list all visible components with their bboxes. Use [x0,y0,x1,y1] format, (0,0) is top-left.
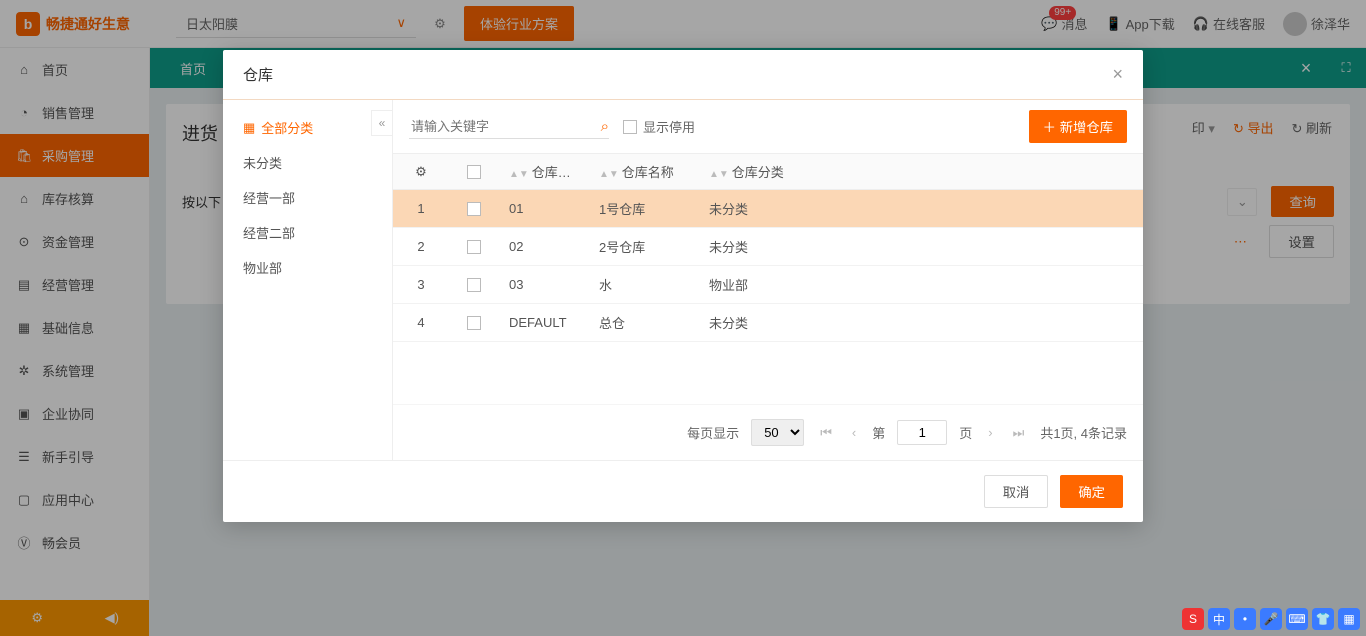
category-item[interactable]: 物业部 [223,250,392,285]
category-all[interactable]: ▦全部分类 [223,110,392,145]
modal-footer: 取消 确定 [223,460,1143,522]
checkbox-icon [623,120,637,134]
row-code: 02 [499,228,589,266]
row-name: 1号仓库 [589,190,699,228]
ime-mic-icon[interactable]: 🎤 [1260,608,1282,630]
row-category: 未分类 [699,228,1143,266]
row-index: 3 [393,266,449,304]
collapse-left-icon[interactable]: « [371,110,393,136]
row-checkbox[interactable] [449,304,499,342]
pager-summary: 共1页, 4条记录 [1040,423,1127,442]
col-gear[interactable]: ⚙ [393,154,449,190]
grid-icon: ▦ [243,120,255,136]
row-index: 2 [393,228,449,266]
row-checkbox[interactable] [449,266,499,304]
row-name: 水 [589,266,699,304]
modal-overlay: 仓库 × « ▦全部分类 未分类 经营一部 经营二部 物业部 ⌕ [0,0,1366,636]
ime-key-icon[interactable]: 中 [1208,608,1230,630]
category-item[interactable]: 经营一部 [223,180,392,215]
ok-button[interactable]: 确定 [1060,475,1123,508]
row-name: 2号仓库 [589,228,699,266]
row-checkbox[interactable] [449,190,499,228]
row-code: 01 [499,190,589,228]
show-disabled-checkbox[interactable]: 显示停用 [623,117,695,136]
table-row[interactable]: 1 01 1号仓库 未分类 [393,190,1143,228]
warehouse-modal: 仓库 × « ▦全部分类 未分类 经营一部 经营二部 物业部 ⌕ [223,50,1143,522]
add-warehouse-button[interactable]: ＋ 新增仓库 [1029,110,1127,143]
warehouse-table: ⚙ ▲▼仓库… ▲▼仓库名称 ▲▼仓库分类 1 01 1号仓库 [393,153,1143,342]
row-name: 总仓 [589,304,699,342]
ime-keyboard-icon[interactable]: ⌨ [1286,608,1308,630]
row-category: 未分类 [699,304,1143,342]
col-name[interactable]: ▲▼仓库名称 [589,154,699,190]
search-input[interactable] [409,115,601,138]
search-box: ⌕ [409,115,609,139]
ime-more-icon[interactable]: ▦ [1338,608,1360,630]
page-prefix: 第 [872,423,885,442]
sort-icon: ▲▼ [509,169,529,180]
search-icon[interactable]: ⌕ [601,118,609,135]
col-code[interactable]: ▲▼仓库… [499,154,589,190]
next-page-icon[interactable]: › [984,425,996,440]
page-suffix: 页 [959,423,972,442]
sort-icon: ▲▼ [599,169,619,180]
col-checkbox[interactable] [449,154,499,190]
table-header-row: ⚙ ▲▼仓库… ▲▼仓库名称 ▲▼仓库分类 [393,154,1143,190]
row-code: DEFAULT [499,304,589,342]
category-pane: « ▦全部分类 未分类 经营一部 经营二部 物业部 [223,100,393,460]
ime-skin-icon[interactable]: 👕 [1312,608,1334,630]
row-index: 4 [393,304,449,342]
ime-sogou-icon[interactable]: S [1182,608,1204,630]
pager: 每页显示 50 ⏮ ‹ 第 页 › ⏭ 共1页, 4条记录 [393,404,1143,460]
modal-header: 仓库 × [223,50,1143,100]
modal-title: 仓库 [243,64,273,85]
row-category: 物业部 [699,266,1143,304]
close-icon[interactable]: × [1112,64,1123,85]
row-code: 03 [499,266,589,304]
sort-icon: ▲▼ [709,169,729,180]
row-index: 1 [393,190,449,228]
per-page-label: 每页显示 [687,423,739,442]
table-pane: ⌕ 显示停用 ＋ 新增仓库 ⚙ ▲▼仓库… ▲▼仓库名称 [393,100,1143,460]
col-category[interactable]: ▲▼仓库分类 [699,154,1143,190]
per-page-select[interactable]: 50 [751,419,804,446]
prev-page-icon[interactable]: ‹ [848,425,860,440]
table-toolbar: ⌕ 显示停用 ＋ 新增仓库 [393,110,1143,153]
table-row[interactable]: 3 03 水 物业部 [393,266,1143,304]
first-page-icon[interactable]: ⏮ [816,425,836,441]
cancel-button[interactable]: 取消 [984,475,1049,508]
last-page-icon[interactable]: ⏭ [1009,425,1029,441]
table-row[interactable]: 4 DEFAULT 总仓 未分类 [393,304,1143,342]
table-row[interactable]: 2 02 2号仓库 未分类 [393,228,1143,266]
category-item[interactable]: 经营二部 [223,215,392,250]
ime-toolbar: S 中 • 🎤 ⌨ 👕 ▦ [1182,608,1360,630]
ime-key-icon[interactable]: • [1234,608,1256,630]
category-item[interactable]: 未分类 [223,145,392,180]
row-category: 未分类 [699,190,1143,228]
row-checkbox[interactable] [449,228,499,266]
page-input[interactable] [897,420,947,445]
